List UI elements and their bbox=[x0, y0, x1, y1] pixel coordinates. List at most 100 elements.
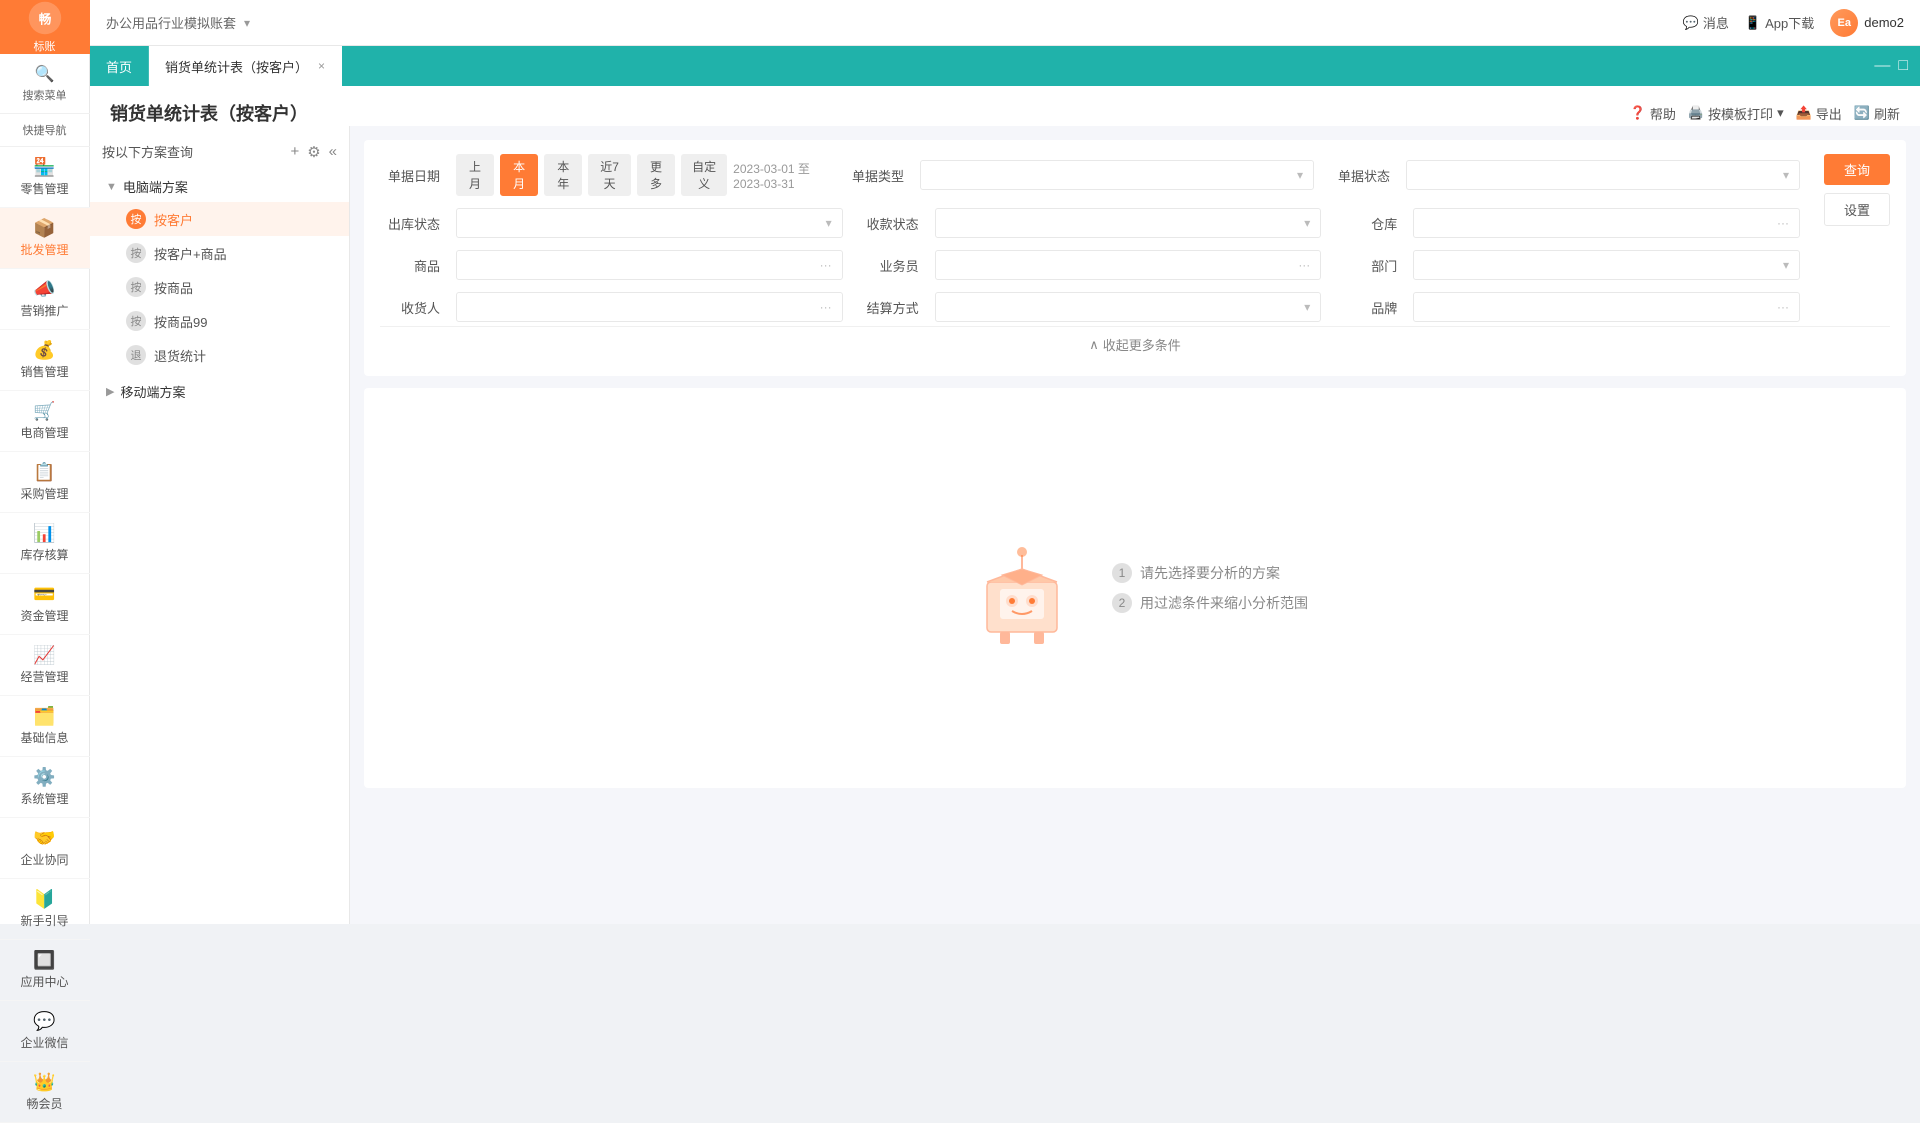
sidebar-item-marketing[interactable]: 📣 营销推广 bbox=[0, 269, 90, 330]
by-goods-label: 按商品 bbox=[154, 278, 193, 297]
by-customer-icon: 按 bbox=[126, 209, 146, 229]
export-label: 导出 bbox=[1816, 104, 1842, 123]
scheme-item-by-customer[interactable]: 按 按客户 bbox=[90, 202, 349, 236]
order-status-input[interactable]: ▾ bbox=[1406, 160, 1800, 190]
out-status-label: 出库状态 bbox=[380, 214, 440, 233]
sidebar-item-enterprise[interactable]: 🤝 企业协同 bbox=[0, 818, 90, 879]
sidebar-item-apps[interactable]: 🔲 应用中心 bbox=[0, 940, 90, 1001]
marketing-icon: 📣 bbox=[33, 279, 55, 300]
sidebar-finance-label: 资金管理 bbox=[20, 607, 68, 624]
filter-row-4: 收货人 ··· 结算方式 ▾ 品牌 bbox=[380, 292, 1800, 322]
print-btn[interactable]: 🖨️ 按模板打印 ▾ bbox=[1688, 104, 1784, 123]
active-tab-label: 销货单统计表（按客户） bbox=[165, 57, 308, 76]
collapse-up-icon: ∧ bbox=[1089, 337, 1099, 353]
user-menu[interactable]: Ea demo2 bbox=[1830, 9, 1904, 37]
sidebar-item-purchase[interactable]: 📋 采购管理 bbox=[0, 452, 90, 513]
app-icon: 📱 bbox=[1745, 15, 1761, 31]
date-btn-last-month[interactable]: 上月 bbox=[456, 154, 494, 196]
department-input[interactable]: ▾ bbox=[1413, 250, 1800, 280]
scheme-settings-icon[interactable]: ⚙ bbox=[307, 143, 320, 161]
sidebar-item-member[interactable]: 👑 畅会员 bbox=[0, 1062, 90, 1123]
warehouse-label: 仓库 bbox=[1337, 214, 1397, 233]
sidebar-item-wechat[interactable]: 💬 企业微信 bbox=[0, 1001, 90, 1062]
scheme-panel-title: 按以下方案查询 bbox=[102, 142, 193, 161]
sidebar-item-basic[interactable]: 🗂️ 基础信息 bbox=[0, 696, 90, 757]
sidebar-item-finance[interactable]: 💳 资金管理 bbox=[0, 574, 90, 635]
tab-close-btn[interactable]: × bbox=[318, 59, 325, 73]
scheme-add-icon[interactable]: + bbox=[290, 143, 299, 160]
sidebar-item-sales[interactable]: 💰 销售管理 bbox=[0, 330, 90, 391]
export-btn[interactable]: 📤 导出 bbox=[1796, 104, 1842, 123]
sidebar-item-operation[interactable]: 📈 经营管理 bbox=[0, 635, 90, 696]
scheme-item-by-goods99[interactable]: 按 按商品99 bbox=[90, 304, 349, 338]
scheme-item-by-goods[interactable]: 按 按商品 bbox=[90, 270, 349, 304]
sidebar-item-inventory[interactable]: 📊 库存核算 bbox=[0, 513, 90, 574]
desktop-scheme-group-header[interactable]: ▼ 电脑端方案 bbox=[90, 171, 349, 202]
collect-status-input[interactable]: ▾ bbox=[935, 208, 1322, 238]
date-btn-this-year[interactable]: 本年 bbox=[544, 154, 582, 196]
brand-input[interactable]: ··· bbox=[1413, 292, 1800, 322]
msg-btn[interactable]: 💬 消息 bbox=[1683, 13, 1729, 32]
print-dropdown-icon[interactable]: ▾ bbox=[1777, 105, 1784, 121]
date-btn-more[interactable]: 更多 bbox=[637, 154, 675, 196]
receiver-input[interactable]: ··· bbox=[456, 292, 843, 322]
main-area: 办公用品行业模拟账套 ▾ 💬 消息 📱 App下载 Ea demo2 首页 销货… bbox=[90, 0, 1920, 924]
print-icon: 🖨️ bbox=[1688, 105, 1704, 121]
tab-maximize-btn[interactable]: □ bbox=[1898, 57, 1908, 75]
sidebar-system-label: 系统管理 bbox=[20, 790, 68, 807]
sidebar-item-newuser[interactable]: 🔰 新手引导 bbox=[0, 879, 90, 940]
sidebar-retail-label: 零售管理 bbox=[20, 180, 68, 197]
username-label: demo2 bbox=[1864, 15, 1904, 30]
query-button[interactable]: 查询 bbox=[1824, 154, 1890, 185]
scheme-collapse-icon[interactable]: « bbox=[329, 143, 337, 160]
empty-illustration bbox=[962, 527, 1082, 650]
sidebar-search[interactable]: 🔍 搜索菜单 bbox=[0, 54, 90, 114]
out-status-input[interactable]: ▾ bbox=[456, 208, 843, 238]
help-btn[interactable]: ❓ 帮助 bbox=[1630, 104, 1676, 123]
tab-home[interactable]: 首页 bbox=[90, 46, 149, 86]
sidebar-wechat-label: 企业微信 bbox=[20, 1034, 68, 1051]
date-label: 单据日期 bbox=[380, 166, 440, 185]
scheme-item-by-customer-goods[interactable]: 按 按客户+商品 bbox=[90, 236, 349, 270]
scheme-item-return-stats[interactable]: 退 退货统计 bbox=[90, 338, 349, 372]
salesperson-more-icon: ··· bbox=[1298, 258, 1310, 272]
sidebar-logo[interactable]: 畅 标账 bbox=[0, 0, 90, 54]
collapse-bar[interactable]: ∧ 收起更多条件 bbox=[380, 326, 1890, 362]
sidebar-quick-nav[interactable]: 快捷导航 bbox=[0, 114, 90, 147]
salesperson-input[interactable]: ··· bbox=[935, 250, 1322, 280]
tab-minimize-btn[interactable]: — bbox=[1874, 57, 1890, 75]
msg-label: 消息 bbox=[1703, 13, 1729, 32]
sidebar-newuser-label: 新手引导 bbox=[20, 912, 68, 929]
date-btn-custom[interactable]: 自定义 bbox=[681, 154, 727, 196]
warehouse-input[interactable]: ··· bbox=[1413, 208, 1800, 238]
date-btn-7days[interactable]: 近7天 bbox=[588, 154, 631, 196]
mobile-scheme-group-header[interactable]: ▶ 移动端方案 bbox=[90, 376, 349, 407]
sidebar-item-retail[interactable]: 🏪 零售管理 bbox=[0, 147, 90, 208]
order-type-input[interactable]: ▾ bbox=[920, 160, 1314, 190]
filter-main-area: 单据日期 上月 本月 本年 近7天 更多 自定义 2023-03-01 至 20… bbox=[380, 154, 1800, 322]
tab-sales-stats[interactable]: 销货单统计表（按客户） × bbox=[149, 46, 342, 86]
sidebar-item-ecommerce[interactable]: 🛒 电商管理 bbox=[0, 391, 90, 452]
header-right-area: 💬 消息 📱 App下载 Ea demo2 bbox=[1683, 9, 1904, 37]
app-download-btn[interactable]: 📱 App下载 bbox=[1745, 13, 1814, 32]
content-area: 销货单统计表（按客户） ❓ 帮助 🖨️ 按模板打印 ▾ 📤 导出 🔄 刷新 bbox=[90, 86, 1920, 924]
return-stats-label: 退货统计 bbox=[154, 346, 206, 365]
goods-input[interactable]: ··· bbox=[456, 250, 843, 280]
refresh-icon: 🔄 bbox=[1854, 105, 1870, 121]
settlement-input[interactable]: ▾ bbox=[935, 292, 1322, 322]
order-type-label: 单据类型 bbox=[844, 166, 904, 185]
date-btn-this-month[interactable]: 本月 bbox=[500, 154, 538, 196]
tip-2-text: 用过滤条件来缩小分析范围 bbox=[1140, 593, 1308, 613]
breadcrumb: 办公用品行业模拟账套 bbox=[106, 13, 236, 32]
sidebar-item-wholesale[interactable]: 📦 批发管理 bbox=[0, 208, 90, 269]
desktop-scheme-label: 电脑端方案 bbox=[123, 177, 188, 196]
sidebar: 畅 标账 🔍 搜索菜单 快捷导航 🏪 零售管理 📦 批发管理 📣 营销推广 💰 … bbox=[0, 0, 90, 924]
breadcrumb-dropdown-icon[interactable]: ▾ bbox=[244, 16, 250, 30]
collect-status-dropdown-icon: ▾ bbox=[1304, 216, 1310, 230]
sidebar-apps-label: 应用中心 bbox=[20, 973, 68, 990]
refresh-btn[interactable]: 🔄 刷新 bbox=[1854, 104, 1900, 123]
finance-icon: 💳 bbox=[33, 584, 55, 605]
sidebar-item-system[interactable]: ⚙️ 系统管理 bbox=[0, 757, 90, 818]
setting-button[interactable]: 设置 bbox=[1824, 193, 1890, 226]
tip-1-text: 请先选择要分析的方案 bbox=[1140, 563, 1280, 583]
